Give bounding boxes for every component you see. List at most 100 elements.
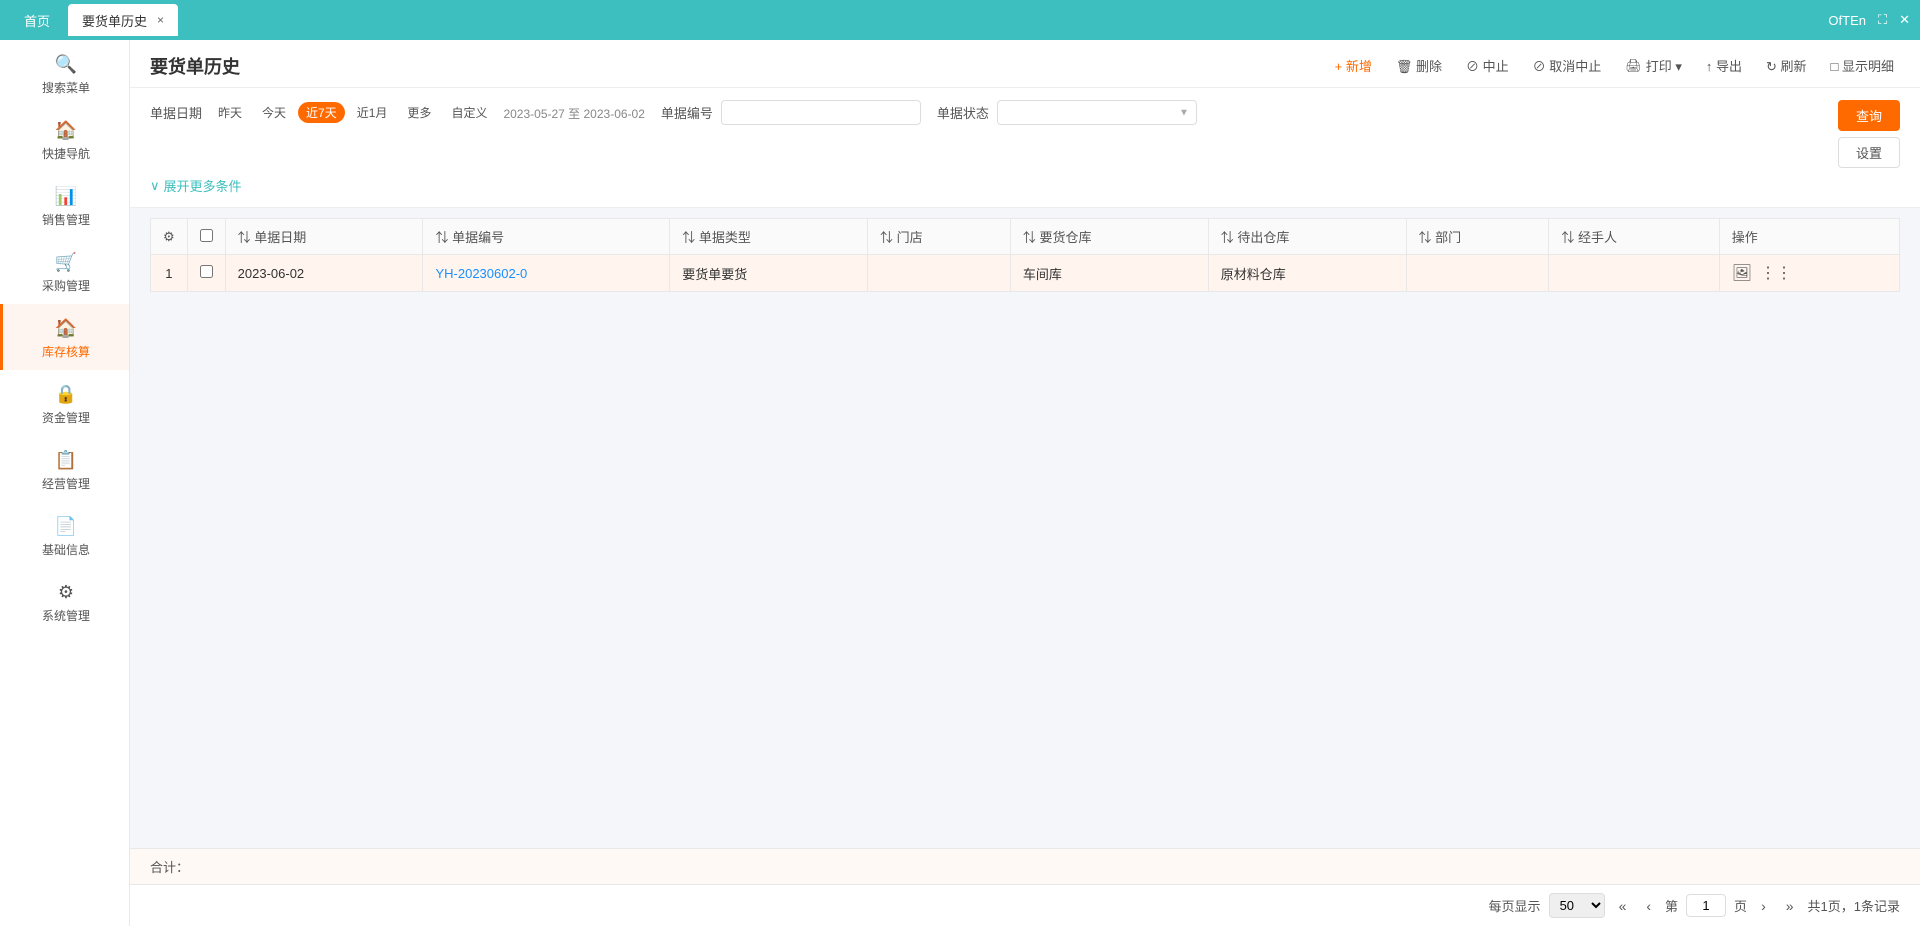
display-detail-button[interactable]: □ 显示明细 [1825,52,1900,79]
th-action-text: 操作 [1732,230,1758,245]
cancel-stop-button[interactable]: ⊘ 取消中止 [1527,52,1608,79]
brand-label: OfTEn [1828,13,1866,28]
pagination-summary: 共1页，1条记录 [1808,896,1900,915]
settings-gear-icon[interactable]: ⚙ [163,229,175,244]
page-input[interactable] [1686,894,1726,917]
date-pill-yesterday[interactable]: 昨天 [210,102,250,123]
date-pill-more[interactable]: 更多 [399,102,439,123]
date-pill-1month[interactable]: 近1月 [349,102,396,123]
td-doc-type: 要货单要货 [670,255,868,292]
th-out-warehouse[interactable]: ⇅ 待出仓库 [1208,219,1406,255]
tab-close-icon[interactable]: × [157,13,164,27]
expand-more-btn[interactable]: ∨ 展开更多条件 [150,176,1900,195]
date-pill-7days[interactable]: 近7天 [298,102,345,123]
print-icon: 🖨 [1625,58,1642,74]
sidebar-item-search[interactable]: 🔍 搜索菜单 [0,40,129,106]
row-out-warehouse: 原材料仓库 [1221,267,1286,282]
th-doc-no[interactable]: ⇅ 单据编号 [423,219,670,255]
td-row-num: 1 [151,255,188,292]
status-filter-group: 单据状态 [937,100,1197,125]
data-table: ⚙ ⇅ 单据日期 ⇅ 单据编号 [150,218,1900,292]
sidebar-item-purchase[interactable]: 🛒 采购管理 [0,238,129,304]
page-size-label: 每页显示 [1489,896,1541,915]
inventory-icon: 🏠 [55,318,77,339]
top-bar-right: OfTEn ⛶ ✕ [1828,12,1910,28]
row-action-group: 🖼 ⋮⋮ [1732,263,1887,283]
sidebar-item-sales[interactable]: 📊 销售管理 [0,172,129,238]
pagination: 每页显示 50 10 20 100 « ‹ 第 页 › » 共1页，1条记录 [130,884,1920,926]
tab-active[interactable]: 要货单历史 × [68,4,178,36]
home-icon: 🏠 [55,120,77,141]
th-date-text: 单据日期 [254,230,306,245]
query-button[interactable]: 查询 [1838,100,1900,131]
th-dept[interactable]: ⇅ 部门 [1406,219,1549,255]
th-dept-text: 部门 [1435,230,1461,245]
row-view-icon[interactable]: 🖼 [1732,263,1752,283]
next-page-btn[interactable]: › [1755,896,1772,916]
th-dept-sort: ⇅ [1419,230,1436,245]
th-store[interactable]: ⇅ 门店 [868,219,1011,255]
th-doc-no-sort: ⇅ [435,230,452,245]
select-all-checkbox[interactable] [200,229,213,242]
row-checkbox[interactable] [200,265,213,278]
sidebar-item-basic[interactable]: 📄 基础信息 [0,502,129,568]
th-date-label: ⇅ [238,230,255,245]
close-icon[interactable]: ✕ [1899,12,1910,28]
export-button[interactable]: ↑ 导出 [1700,52,1748,79]
page-title: 要货单历史 [150,53,240,79]
prev-page-btn[interactable]: ‹ [1640,896,1657,916]
date-pill-custom[interactable]: 自定义 [443,102,495,123]
delete-button[interactable]: 🗑 删除 [1390,52,1448,79]
td-checkbox [187,255,225,292]
th-doc-type-sort: ⇅ [682,230,699,245]
go-to-suffix: 页 [1734,896,1747,915]
doc-no-input[interactable] [721,100,921,125]
table-row: 1 2023-06-02 YH-20230602-0 要货单要货 [151,255,1900,292]
page-size-select[interactable]: 50 10 20 100 [1549,893,1605,918]
operations-icon: 📋 [55,450,77,471]
date-filter-group: 单据日期 昨天 今天 近7天 近1月 更多 自定义 2023-05-27 至 2… [150,100,645,125]
stop-button[interactable]: ⊘ 中止 [1460,52,1515,79]
maximize-icon[interactable]: ⛶ [1878,12,1887,28]
system-icon: ⚙ [58,582,74,603]
print-button[interactable]: 🖨 打印 ▾ [1619,52,1688,79]
sidebar-item-finance[interactable]: 🔒 资金管理 [0,370,129,436]
sidebar-item-inventory-label: 库存核算 [42,343,90,360]
date-pill-today[interactable]: 今天 [254,102,294,123]
add-button[interactable]: + 新增 [1329,52,1378,79]
row-more-icon[interactable]: ⋮⋮ [1760,263,1792,283]
filter-settings-button[interactable]: 设置 [1838,137,1900,168]
th-req-warehouse-text: 要货仓库 [1040,230,1092,245]
last-page-btn[interactable]: » [1780,896,1800,916]
status-select[interactable] [997,100,1197,125]
tab-home[interactable]: 首页 [10,4,64,36]
th-store-sort: ⇅ [880,230,897,245]
th-out-warehouse-sort: ⇅ [1221,230,1238,245]
sidebar-item-purchase-label: 采购管理 [42,277,90,294]
th-handler[interactable]: ⇅ 经手人 [1549,219,1719,255]
status-label: 单据状态 [937,103,989,122]
sidebar-item-operations[interactable]: 📋 经营管理 [0,436,129,502]
sales-icon: 📊 [55,186,77,207]
row-doc-no-link[interactable]: YH-20230602-0 [435,266,527,281]
first-page-btn[interactable]: « [1613,896,1633,916]
refresh-button[interactable]: ↻ 刷新 [1760,52,1813,79]
th-settings[interactable]: ⚙ [151,219,188,255]
sidebar-item-inventory[interactable]: 🏠 库存核算 [0,304,129,370]
footer-summary: 合计： [130,848,1920,884]
content-area: 要货单历史 + 新增 🗑 删除 ⊘ 中止 ⊘ 取消中止 🖨 打印 ▾ ↑ 导出 … [130,40,1920,926]
sidebar-item-nav-label: 快捷导航 [42,145,90,162]
finance-icon: 🔒 [55,384,77,405]
sidebar-item-nav[interactable]: 🏠 快捷导航 [0,106,129,172]
sidebar-item-basic-label: 基础信息 [42,541,90,558]
th-doc-type[interactable]: ⇅ 单据类型 [670,219,868,255]
th-store-text: 门店 [897,230,923,245]
sidebar-item-system-label: 系统管理 [42,607,90,624]
th-date[interactable]: ⇅ 单据日期 [225,219,423,255]
th-req-warehouse[interactable]: ⇅ 要货仓库 [1010,219,1208,255]
th-checkbox [187,219,225,255]
expand-chevron-icon: ∨ [150,178,160,194]
sidebar: 🔍 搜索菜单 🏠 快捷导航 📊 销售管理 🛒 采购管理 🏠 库存核算 🔒 资金管… [0,40,130,926]
sidebar-item-system[interactable]: ⚙ 系统管理 [0,568,129,634]
row-doc-type: 要货单要货 [682,267,747,282]
